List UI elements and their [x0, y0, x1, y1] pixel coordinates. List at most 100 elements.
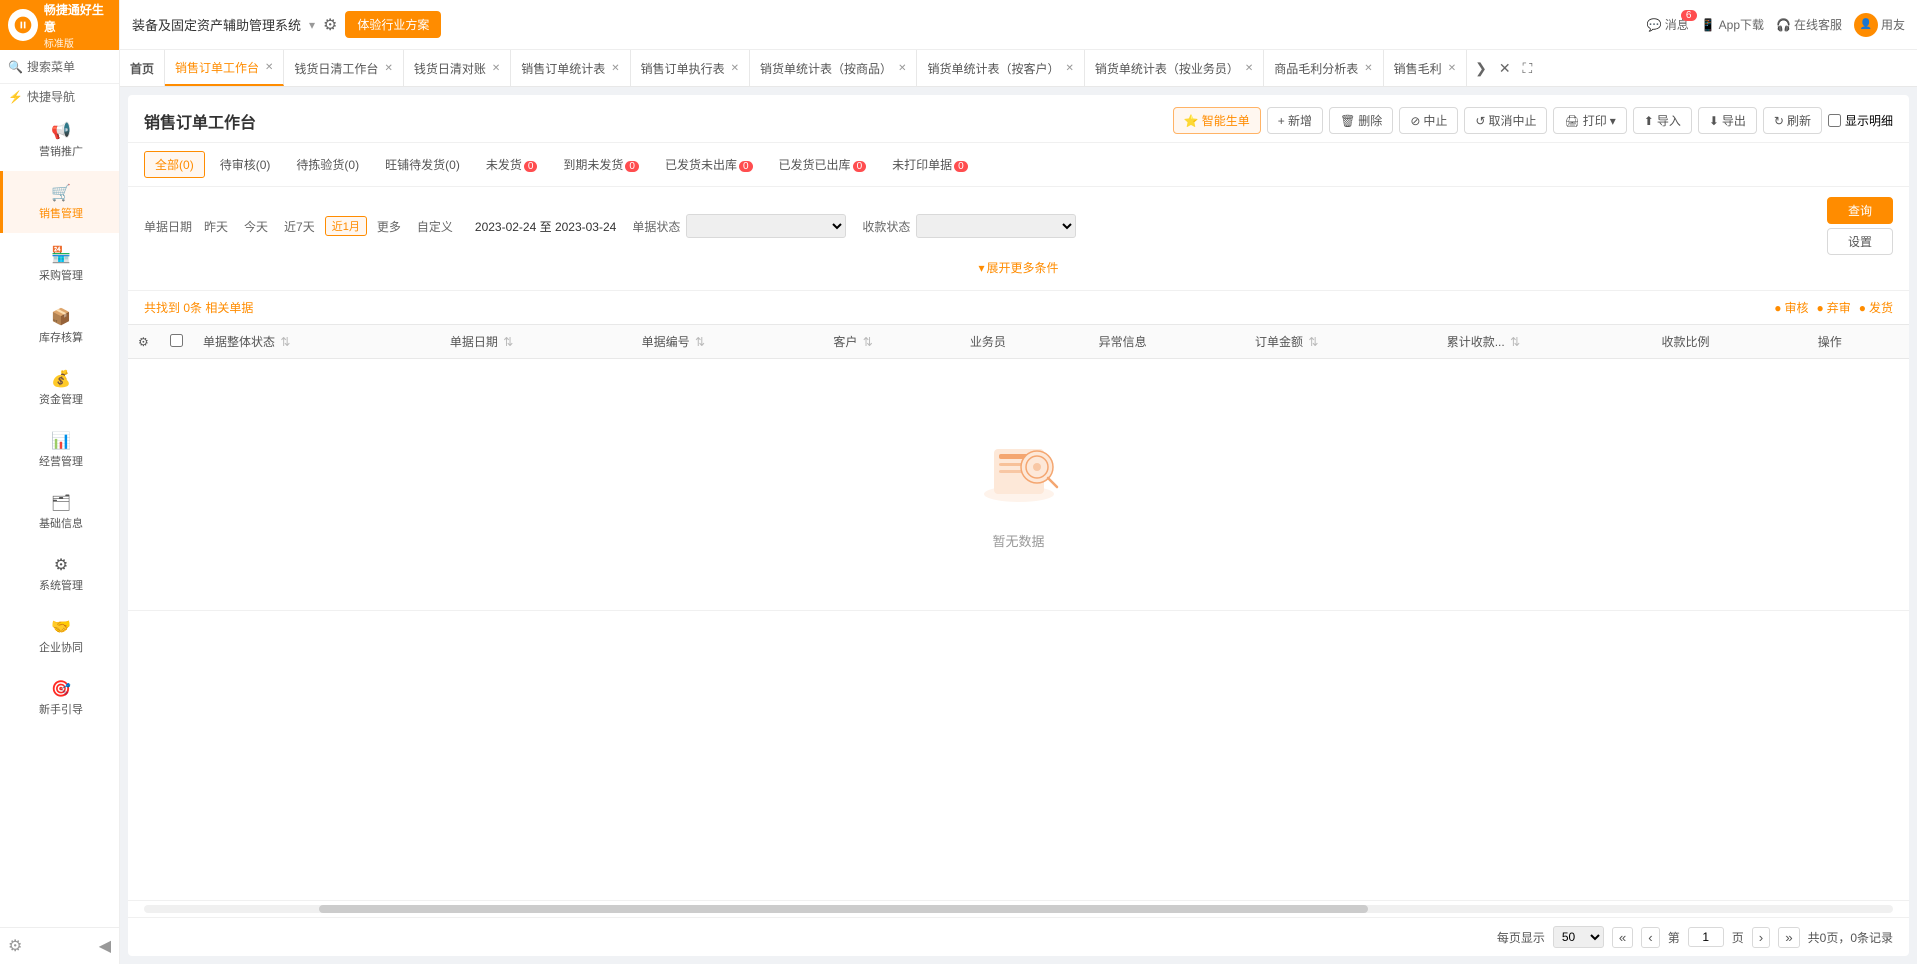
page-size-select[interactable]: 50 10 20 100 [1553, 926, 1604, 948]
user-name: 用友 [1881, 16, 1905, 33]
col-customer[interactable]: 客户 ⇅ [823, 325, 960, 359]
col-date[interactable]: 单据日期 ⇅ [440, 325, 632, 359]
settings-button[interactable]: 设置 [1827, 228, 1893, 255]
tab-cash-reconcile[interactable]: 钱货日清对账 ✕ [404, 50, 511, 86]
filter-tab-all[interactable]: 全部(0) [144, 151, 205, 178]
sidebar-item-sales[interactable]: 🛒 销售管理 [0, 171, 119, 233]
quick-nav[interactable]: ⚡ 快捷导航 [0, 84, 119, 109]
page-actions: ⭐ 智能生单 + 新增 🗑 删除 ⊘ 中止 ↺ 取消中止 [1173, 107, 1893, 134]
suspend-button[interactable]: ⊘ 中止 [1399, 107, 1458, 134]
show-detail-checkbox[interactable] [1828, 114, 1841, 127]
select-all-checkbox[interactable] [170, 334, 183, 347]
topbar-dropdown-icon[interactable]: ▾ [309, 18, 315, 32]
date-7days-btn[interactable]: 近7天 [278, 216, 321, 237]
tab-gross-profit[interactable]: 商品毛利分析表 ✕ [1264, 50, 1383, 86]
filter-tab-wangpu-pending[interactable]: 旺铺待发货(0) [374, 151, 471, 178]
industry-solution-button[interactable]: 体验行业方案 [345, 11, 441, 38]
tab-sales-workbench[interactable]: 销售订单工作台 ✕ [165, 50, 284, 86]
close-sales-workbench-tab[interactable]: ✕ [265, 62, 273, 73]
sidebar-item-operations[interactable]: 📊 经营管理 [0, 419, 119, 481]
sidebar-item-basic-info[interactable]: 🗂 基础信息 [0, 481, 119, 543]
close-gross-profit-tab[interactable]: ✕ [1364, 63, 1372, 74]
tabs-maximize-button[interactable]: ⛶ [1519, 58, 1537, 79]
refresh-button[interactable]: ↻ 刷新 [1763, 107, 1822, 134]
tab-sales-summary-customer[interactable]: 销货单统计表（按客户） ✕ [917, 50, 1084, 86]
close-summary-product-tab[interactable]: ✕ [898, 63, 906, 74]
print-button[interactable]: 🖨 打印 ▾ [1553, 107, 1626, 134]
date-more-btn[interactable]: 更多 [371, 216, 407, 237]
abandon-review-action-btn[interactable]: ● 弃审 [1816, 299, 1850, 316]
close-sales-stats-tab[interactable]: ✕ [611, 63, 619, 74]
payment-select[interactable] [916, 214, 1076, 238]
online-service-item[interactable]: 🎧 在线客服 [1776, 16, 1842, 33]
sidebar-item-enterprise[interactable]: 🤝 企业协同 [0, 605, 119, 667]
col-status[interactable]: 单据整体状态 ⇅ [193, 325, 440, 359]
col-checkbox[interactable] [160, 325, 193, 359]
add-button[interactable]: + 新增 [1267, 107, 1323, 134]
topbar-settings-icon[interactable]: ⚙ [323, 15, 337, 35]
first-page-button[interactable]: « [1612, 927, 1633, 948]
sidebar-item-marketing[interactable]: 📢 营销推广 [0, 109, 119, 171]
ship-action-btn[interactable]: ● 发货 [1859, 299, 1893, 316]
page-panel: 销售订单工作台 ⭐ 智能生单 + 新增 🗑 删除 ⊘ 中止 [128, 95, 1909, 956]
date-today-btn[interactable]: 今天 [238, 216, 274, 237]
page-number-input[interactable] [1688, 927, 1724, 947]
close-summary-staff-tab[interactable]: ✕ [1245, 63, 1253, 74]
cancel-suspend-button[interactable]: ↺ 取消中止 [1464, 107, 1547, 134]
status-select[interactable] [686, 214, 846, 238]
tabs-prev-button[interactable]: ❯ [1471, 58, 1491, 79]
col-accumulated[interactable]: 累计收款... ⇅ [1437, 325, 1652, 359]
date-custom-btn[interactable]: 自定义 [411, 216, 459, 237]
user-menu[interactable]: 👤 用友 [1854, 13, 1905, 37]
close-sales-more-tab[interactable]: ✕ [1448, 63, 1456, 74]
show-detail-checkbox-label[interactable]: 显示明细 [1828, 112, 1893, 129]
query-button[interactable]: 查询 [1827, 197, 1893, 224]
next-page-button[interactable]: › [1752, 927, 1770, 948]
export-button[interactable]: ⬇ 导出 [1698, 107, 1757, 134]
filter-tab-unprinted[interactable]: 未打印单据0 [881, 151, 979, 178]
tab-sales-exec[interactable]: 销售订单执行表 ✕ [631, 50, 750, 86]
tabs-close-all-button[interactable]: ✕ [1495, 58, 1515, 79]
filter-tab-shipped-not-stored[interactable]: 已发货未出库0 [654, 151, 764, 178]
tab-sales-more[interactable]: 销售毛利 ✕ [1384, 50, 1467, 86]
filter-tab-pending-inspect[interactable]: 待拣验货(0) [285, 151, 370, 178]
import-button[interactable]: ⬆ 导入 [1633, 107, 1692, 134]
smart-create-button[interactable]: ⭐ 智能生单 [1173, 107, 1261, 134]
scrollbar-track[interactable] [144, 905, 1893, 913]
close-sales-exec-tab[interactable]: ✕ [731, 63, 739, 74]
col-amount[interactable]: 订单金额 ⇅ [1245, 325, 1437, 359]
settings-bottom-icon[interactable]: ⚙ [8, 936, 22, 956]
col-settings[interactable]: ⚙ [128, 325, 160, 359]
filter-tab-shipped-stored[interactable]: 已发货已出库0 [768, 151, 878, 178]
delete-button[interactable]: 🗑 删除 [1329, 107, 1393, 134]
close-cash-reconcile-tab[interactable]: ✕ [492, 63, 500, 74]
collapse-icon[interactable]: ◀ [99, 936, 111, 956]
last-page-button[interactable]: » [1778, 927, 1799, 948]
scrollbar-thumb[interactable] [319, 905, 1368, 913]
date-yesterday-btn[interactable]: 昨天 [198, 216, 234, 237]
tab-sales-stats[interactable]: 销售订单统计表 ✕ [511, 50, 630, 86]
prev-page-button[interactable]: ‹ [1641, 927, 1659, 948]
tab-cash-daily[interactable]: 钱货日清工作台 ✕ [284, 50, 403, 86]
horizontal-scrollbar[interactable] [128, 900, 1909, 917]
filter-tab-overdue-unshipped[interactable]: 到期未发货0 [552, 151, 650, 178]
sidebar-item-system[interactable]: ⚙ 系统管理 [0, 543, 119, 605]
sidebar-item-tutorial[interactable]: 🎯 新手引导 [0, 667, 119, 729]
sidebar-item-purchase[interactable]: 🏪 采购管理 [0, 233, 119, 295]
expand-conditions-button[interactable]: ▾ 展开更多条件 [978, 259, 1058, 276]
close-cash-daily-tab[interactable]: ✕ [384, 63, 392, 74]
review-action-btn[interactable]: ● 审核 [1774, 299, 1808, 316]
tab-home[interactable]: 首页 [120, 50, 165, 86]
filter-tab-unshipped[interactable]: 未发货0 [475, 151, 549, 178]
col-number[interactable]: 单据编号 ⇅ [632, 325, 824, 359]
tab-sales-summary-staff[interactable]: 销货单统计表（按业务员） ✕ [1085, 50, 1264, 86]
sidebar-item-inventory[interactable]: 📦 库存核算 [0, 295, 119, 357]
sidebar-item-finance[interactable]: 💰 资金管理 [0, 357, 119, 419]
tab-sales-summary-product[interactable]: 销货单统计表（按商品） ✕ [750, 50, 917, 86]
app-download-item[interactable]: 📱 App下载 [1701, 16, 1764, 33]
filter-tab-pending-review[interactable]: 待审核(0) [209, 151, 282, 178]
message-icon-item[interactable]: 💬 消息 6 [1647, 16, 1689, 33]
date-1month-btn[interactable]: 近1月 [325, 216, 367, 236]
close-summary-customer-tab[interactable]: ✕ [1065, 63, 1073, 74]
sidebar-search[interactable]: 🔍 搜索菜单 [0, 50, 119, 84]
